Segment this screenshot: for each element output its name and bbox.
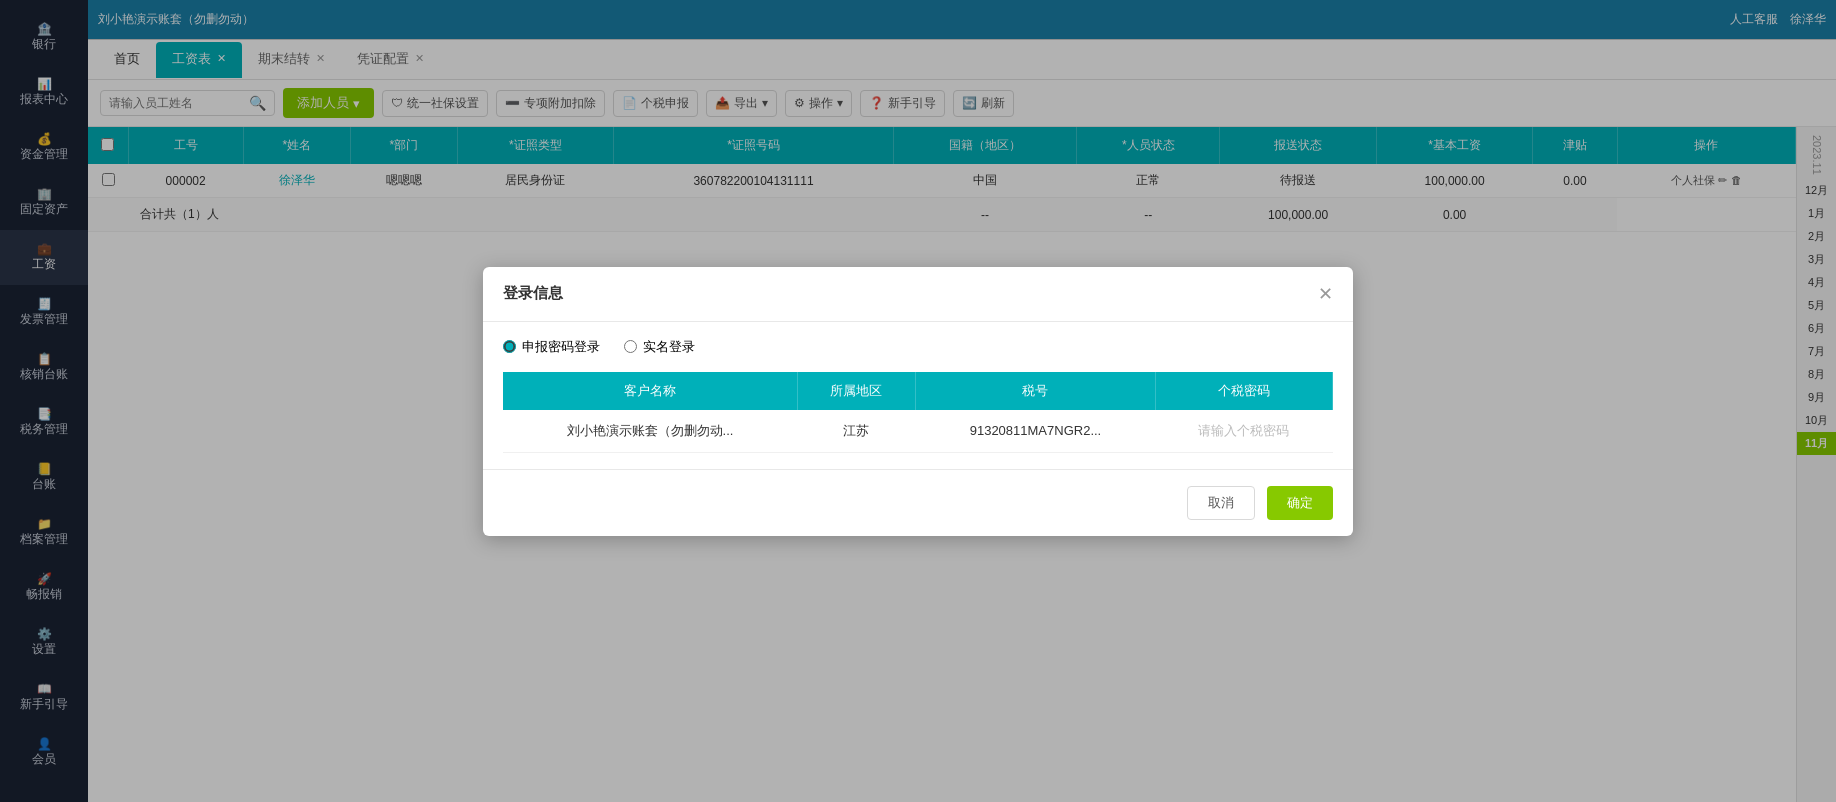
modal-client-name: 刘小艳演示账套（勿删勿动... bbox=[503, 410, 797, 453]
modal-overlay: 登录信息 ✕ 申报密码登录 实名登录 bbox=[0, 0, 1836, 802]
modal-col-region: 所属地区 bbox=[797, 372, 916, 410]
modal-data-table: 客户名称 所属地区 税号 个税密码 刘小艳演示账套（勿删勿动... 江苏 913… bbox=[503, 372, 1333, 453]
confirm-button[interactable]: 确定 bbox=[1267, 486, 1333, 520]
radio-realname-login[interactable]: 实名登录 bbox=[624, 338, 695, 356]
modal-tax-id: 91320811MA7NGR2... bbox=[916, 410, 1156, 453]
login-info-modal: 登录信息 ✕ 申报密码登录 实名登录 bbox=[483, 267, 1353, 536]
radio-password-input[interactable] bbox=[503, 340, 516, 353]
radio-realname-input[interactable] bbox=[624, 340, 637, 353]
cancel-button[interactable]: 取消 bbox=[1187, 486, 1255, 520]
password-placeholder: 请输入个税密码 bbox=[1198, 423, 1289, 438]
radio-password-login[interactable]: 申报密码登录 bbox=[503, 338, 600, 356]
modal-header: 登录信息 ✕ bbox=[483, 267, 1353, 322]
login-type-radio-group: 申报密码登录 实名登录 bbox=[503, 338, 1333, 356]
modal-table-row: 刘小艳演示账套（勿删勿动... 江苏 91320811MA7NGR2... 请输… bbox=[503, 410, 1333, 453]
modal-title: 登录信息 bbox=[503, 284, 563, 303]
modal-region: 江苏 bbox=[797, 410, 916, 453]
modal-password-cell[interactable]: 请输入个税密码 bbox=[1155, 410, 1332, 453]
modal-col-tax-id: 税号 bbox=[916, 372, 1156, 410]
modal-col-client-name: 客户名称 bbox=[503, 372, 797, 410]
modal-close-button[interactable]: ✕ bbox=[1318, 283, 1333, 305]
modal-col-password: 个税密码 bbox=[1155, 372, 1332, 410]
modal-body: 申报密码登录 实名登录 客户名称 所属地区 税号 个税密码 bbox=[483, 322, 1353, 469]
modal-footer: 取消 确定 bbox=[483, 469, 1353, 536]
